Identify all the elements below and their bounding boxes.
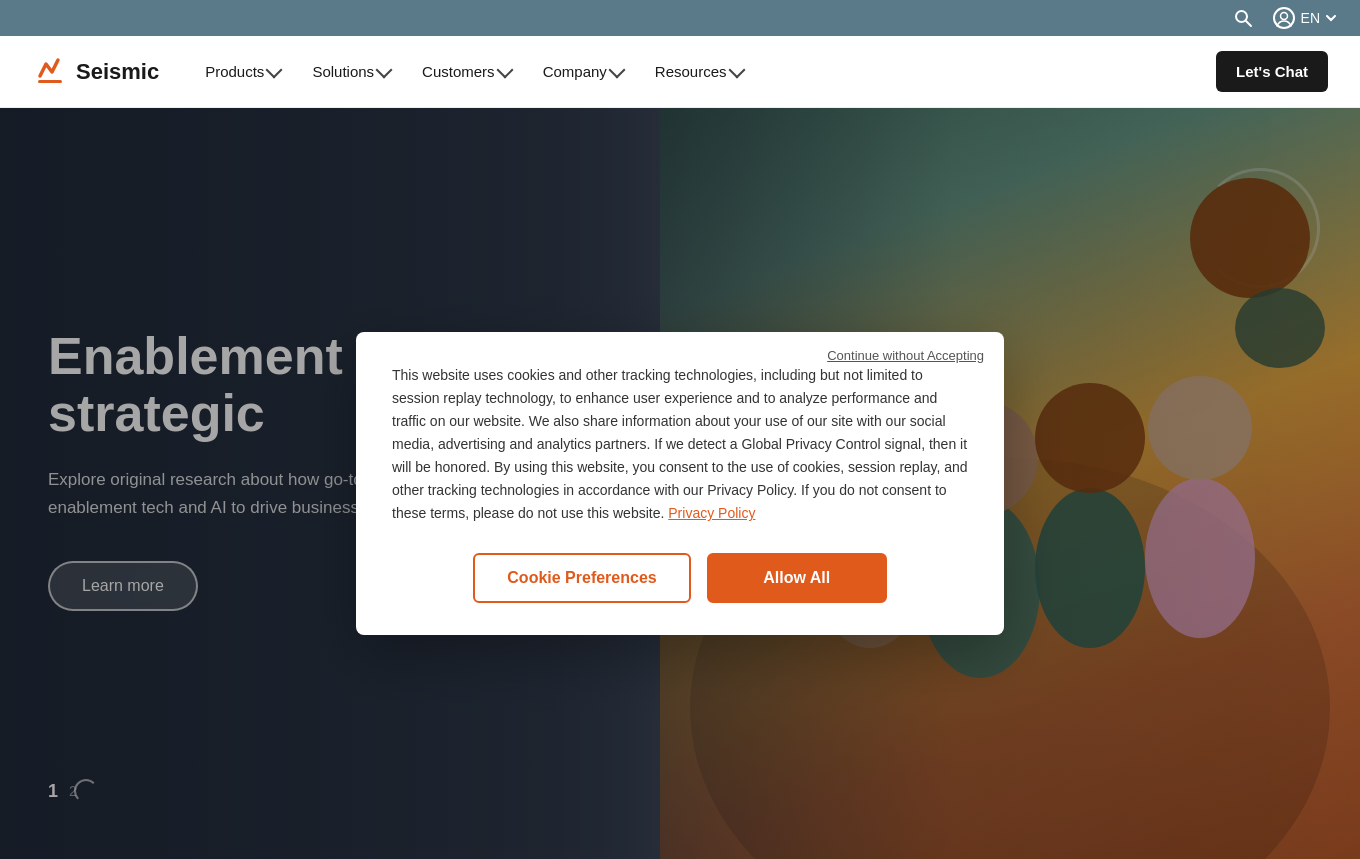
language-label: EN bbox=[1301, 10, 1320, 26]
nav-solutions[interactable]: Solutions bbox=[298, 55, 404, 88]
svg-rect-5 bbox=[38, 80, 62, 83]
privacy-policy-link[interactable]: Privacy Policy bbox=[668, 505, 755, 521]
nav-customers[interactable]: Customers bbox=[408, 55, 525, 88]
hero-section: Enablement goes strategic Explore origin… bbox=[0, 108, 1360, 859]
chevron-down-icon bbox=[496, 62, 513, 79]
lets-chat-button[interactable]: Let's Chat bbox=[1216, 51, 1328, 92]
lang-chevron-icon bbox=[1326, 15, 1336, 22]
nav-products[interactable]: Products bbox=[191, 55, 294, 88]
svg-line-1 bbox=[1246, 21, 1251, 26]
cookie-buttons: Cookie Preferences Allow All bbox=[392, 553, 968, 603]
chevron-down-icon bbox=[728, 62, 745, 79]
nav-items: Products Solutions Customers Company Res… bbox=[191, 55, 1208, 88]
cookie-modal-overlay: Continue without Accepting This website … bbox=[0, 108, 1360, 859]
cookie-body-text: This website uses cookies and other trac… bbox=[392, 364, 968, 526]
svg-point-3 bbox=[1280, 13, 1287, 20]
logo[interactable]: Seismic bbox=[32, 54, 159, 90]
allow-all-button[interactable]: Allow All bbox=[707, 553, 887, 603]
navbar: Seismic Products Solutions Customers Com… bbox=[0, 36, 1360, 108]
chevron-down-icon bbox=[376, 62, 393, 79]
continue-without-accepting-link[interactable]: Continue without Accepting bbox=[827, 348, 984, 363]
search-icon[interactable] bbox=[1229, 4, 1257, 32]
nav-resources[interactable]: Resources bbox=[641, 55, 757, 88]
cookie-modal: Continue without Accepting This website … bbox=[356, 332, 1004, 636]
nav-company[interactable]: Company bbox=[529, 55, 637, 88]
logo-text: Seismic bbox=[76, 59, 159, 85]
cookie-preferences-button[interactable]: Cookie Preferences bbox=[473, 553, 690, 603]
user-account[interactable]: EN bbox=[1273, 7, 1336, 29]
top-bar: EN bbox=[0, 0, 1360, 36]
chevron-down-icon bbox=[608, 62, 625, 79]
chevron-down-icon bbox=[266, 62, 283, 79]
logo-icon bbox=[32, 54, 68, 90]
